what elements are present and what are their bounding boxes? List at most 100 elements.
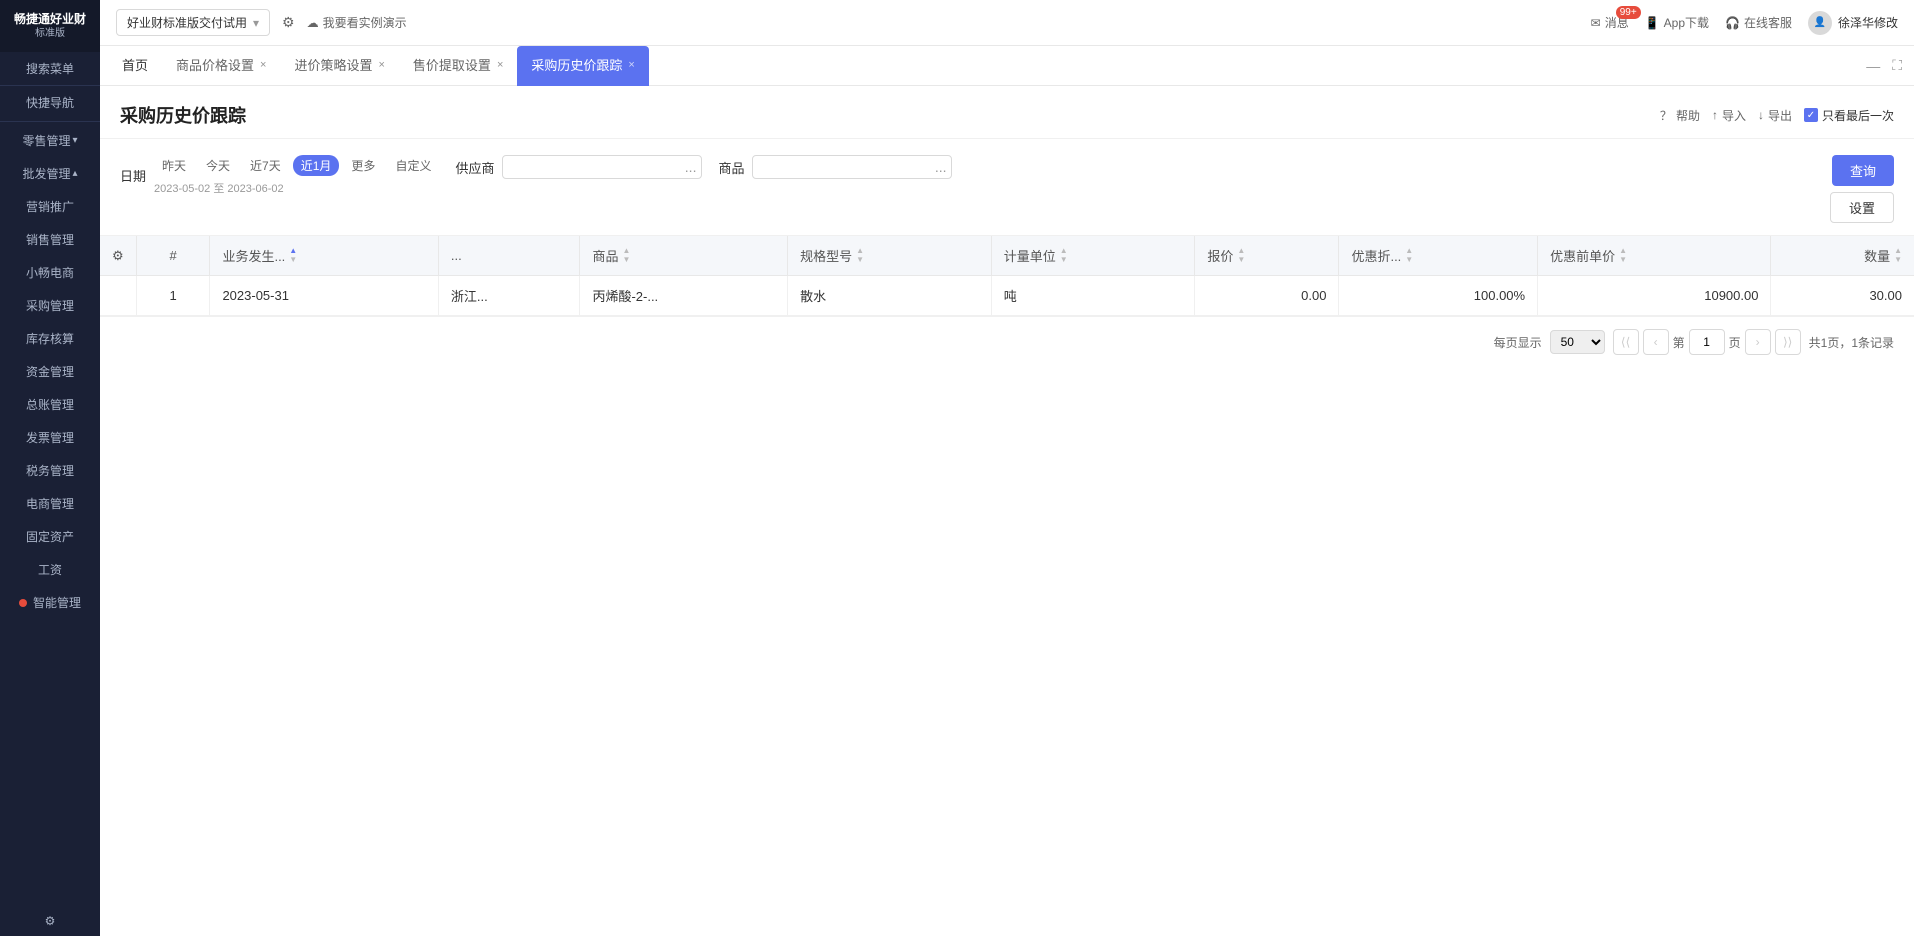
sidebar-item-salary[interactable]: 工资 bbox=[0, 553, 100, 586]
per-page-select[interactable]: 50 10 20 100 bbox=[1550, 330, 1605, 354]
supplier-dots[interactable]: ... bbox=[685, 159, 697, 175]
help-button[interactable]: ？ 帮助 bbox=[1660, 107, 1700, 124]
row-pre-discount-price: 10900.00 bbox=[1538, 276, 1771, 316]
date-option-7days[interactable]: 近7天 bbox=[242, 155, 289, 176]
tab-purchase-history[interactable]: 采购历史价跟踪 × bbox=[517, 46, 648, 86]
table-col-qty[interactable]: 数量 ▲ ▼ bbox=[1771, 236, 1914, 276]
col-spec-label: 规格型号 bbox=[800, 246, 852, 265]
total-info: 共1页，1条记录 bbox=[1809, 334, 1894, 351]
goods-input-wrap: ... bbox=[752, 155, 952, 179]
row-quote: 0.00 bbox=[1195, 276, 1339, 316]
tab-purchase-history-close[interactable]: × bbox=[628, 59, 634, 71]
per-page-label: 每页显示 bbox=[1494, 334, 1542, 351]
app-download-label: App下载 bbox=[1664, 14, 1709, 31]
page-title: 采购历史价跟踪 bbox=[120, 102, 246, 128]
sidebar-search[interactable]: 搜索菜单 bbox=[0, 52, 100, 86]
sidebar-item-invoice[interactable]: 发票管理 bbox=[0, 421, 100, 454]
page-prev-button[interactable]: ‹ bbox=[1643, 329, 1669, 355]
tab-expand-icon[interactable]: ⛶ bbox=[1888, 53, 1906, 78]
page-next-button[interactable]: › bbox=[1745, 329, 1771, 355]
page-input[interactable] bbox=[1689, 329, 1725, 355]
date-option-yesterday[interactable]: 昨天 bbox=[154, 155, 194, 176]
tab-home[interactable]: 首页 bbox=[108, 46, 162, 86]
row-qty: 30.00 bbox=[1771, 276, 1914, 316]
sidebar-item-label: 智能管理 bbox=[33, 594, 81, 611]
page-last-button[interactable]: ⟩⟩ bbox=[1775, 329, 1801, 355]
table-col-quote[interactable]: 报价 ▲ ▼ bbox=[1195, 236, 1339, 276]
sidebar-item-label: 零售管理 bbox=[22, 132, 70, 149]
demo-button[interactable]: ☁ 我要看实例演示 bbox=[307, 14, 407, 31]
tab-price-label: 商品价格设置 bbox=[176, 55, 254, 74]
sidebar-item-marketing[interactable]: 营销推广 bbox=[0, 190, 100, 223]
import-button[interactable]: ↑ 导入 bbox=[1712, 107, 1746, 124]
sidebar: 畅捷通好业财 标准版 搜索菜单 快捷导航 零售管理 ▾ 批发管理 ▴ 营销推广 … bbox=[0, 0, 100, 936]
sidebar-item-purchase[interactable]: 采购管理 bbox=[0, 289, 100, 322]
table-col-discount[interactable]: 优惠折... ▲ ▼ bbox=[1339, 236, 1538, 276]
export-button[interactable]: ↓ 导出 bbox=[1758, 107, 1792, 124]
goods-input[interactable] bbox=[752, 155, 952, 179]
sidebar-settings[interactable]: ⚙ bbox=[0, 906, 100, 936]
tab-minimize-icon[interactable]: — bbox=[1862, 54, 1884, 78]
tab-price[interactable]: 商品价格设置 × bbox=[162, 46, 280, 86]
sidebar-quick-nav[interactable]: 快捷导航 bbox=[0, 86, 100, 119]
settings-button[interactable]: 设置 bbox=[1830, 192, 1894, 223]
tab-strategy[interactable]: 进价策略设置 × bbox=[280, 46, 398, 86]
sidebar-item-label: 工资 bbox=[38, 561, 62, 578]
row-unit: 吨 bbox=[991, 276, 1195, 316]
date-option-custom[interactable]: 自定义 bbox=[387, 155, 439, 176]
table-col-biz-date[interactable]: 业务发生... ▲ ▼ bbox=[210, 236, 438, 276]
tab-bar: 首页 商品价格设置 × 进价策略设置 × 售价提取设置 × 采购历史价跟踪 × … bbox=[100, 46, 1914, 86]
app-download-button[interactable]: 📱 App下载 bbox=[1645, 14, 1709, 31]
table-col-spec[interactable]: 规格型号 ▲ ▼ bbox=[788, 236, 992, 276]
inner-page: 采购历史价跟踪 ？ 帮助 ↑ 导入 ↓ 导出 ✓ bbox=[100, 86, 1914, 936]
sidebar-item-wholesale[interactable]: 批发管理 ▴ bbox=[0, 157, 100, 190]
row-gear[interactable] bbox=[100, 276, 136, 316]
date-option-more[interactable]: 更多 bbox=[343, 155, 383, 176]
page-header: 采购历史价跟踪 ？ 帮助 ↑ 导入 ↓ 导出 ✓ bbox=[100, 86, 1914, 139]
supplier-filter-label: 供应商 bbox=[455, 158, 494, 177]
col-discount-label: 优惠折... bbox=[1351, 246, 1401, 265]
version-selector[interactable]: 好业财标准版交付试用 ▾ bbox=[116, 9, 270, 36]
sidebar-item-ecommerce[interactable]: 电商管理 bbox=[0, 487, 100, 520]
table-col-gear[interactable]: ⚙ bbox=[100, 236, 136, 276]
table-col-more[interactable]: ... bbox=[438, 236, 580, 276]
page-content: 采购历史价跟踪 ？ 帮助 ↑ 导入 ↓ 导出 ✓ bbox=[100, 86, 1914, 936]
goods-filter-label: 商品 bbox=[718, 158, 744, 177]
message-badge: 99+ bbox=[1616, 6, 1641, 19]
sidebar-item-general-ledger[interactable]: 总账管理 bbox=[0, 388, 100, 421]
supplier-input[interactable] bbox=[502, 155, 702, 179]
settings-icon[interactable]: ⚙ bbox=[282, 14, 295, 31]
sidebar-item-label: 库存核算 bbox=[26, 330, 74, 347]
date-filter-label: 日期 bbox=[120, 166, 146, 185]
date-option-today[interactable]: 今天 bbox=[198, 155, 238, 176]
message-button[interactable]: ✉ 消息 99+ bbox=[1591, 14, 1629, 31]
goods-dots[interactable]: ... bbox=[935, 159, 947, 175]
date-option-1month[interactable]: 近1月 bbox=[293, 155, 340, 176]
table-col-pre-discount-price[interactable]: 优惠前单价 ▲ ▼ bbox=[1538, 236, 1771, 276]
online-service-button[interactable]: 🎧 在线客服 bbox=[1725, 14, 1792, 31]
sidebar-item-smart[interactable]: 智能管理 bbox=[0, 586, 100, 619]
filter-area: 日期 昨天 今天 近7天 近1月 更多 自定义 2023-05-02 至 202… bbox=[100, 139, 1914, 236]
sidebar-item-sales[interactable]: 销售管理 bbox=[0, 223, 100, 256]
data-table: ⚙ # 业务发生... ▲ ▼ bbox=[100, 236, 1914, 316]
table-col-unit[interactable]: 计量单位 ▲ ▼ bbox=[991, 236, 1195, 276]
sidebar-divider-1 bbox=[0, 121, 100, 122]
query-button[interactable]: 查询 bbox=[1832, 155, 1894, 186]
sidebar-item-ecommerce-small[interactable]: 小畅电商 bbox=[0, 256, 100, 289]
page-first-button[interactable]: ⟨⟨ bbox=[1613, 329, 1639, 355]
sidebar-item-finance[interactable]: 资金管理 bbox=[0, 355, 100, 388]
sidebar-item-fixed-assets[interactable]: 固定资产 bbox=[0, 520, 100, 553]
sidebar-item-inventory[interactable]: 库存核算 bbox=[0, 322, 100, 355]
tab-sale-price[interactable]: 售价提取设置 × bbox=[399, 46, 517, 86]
user-profile[interactable]: 👤 徐泽华修改 bbox=[1808, 11, 1898, 35]
sidebar-item-retail[interactable]: 零售管理 ▾ bbox=[0, 124, 100, 157]
notification-dot bbox=[19, 599, 27, 607]
sidebar-item-tax[interactable]: 税务管理 bbox=[0, 454, 100, 487]
tab-sale-price-close[interactable]: × bbox=[497, 59, 503, 71]
table-col-goods[interactable]: 商品 ▲ ▼ bbox=[580, 236, 788, 276]
only-last-checkbox-label[interactable]: ✓ 只看最后一次 bbox=[1804, 107, 1894, 124]
tab-home-label: 首页 bbox=[122, 55, 148, 74]
tab-price-close[interactable]: × bbox=[260, 59, 266, 71]
sidebar-item-label: 电商管理 bbox=[26, 495, 74, 512]
tab-strategy-close[interactable]: × bbox=[378, 59, 384, 71]
